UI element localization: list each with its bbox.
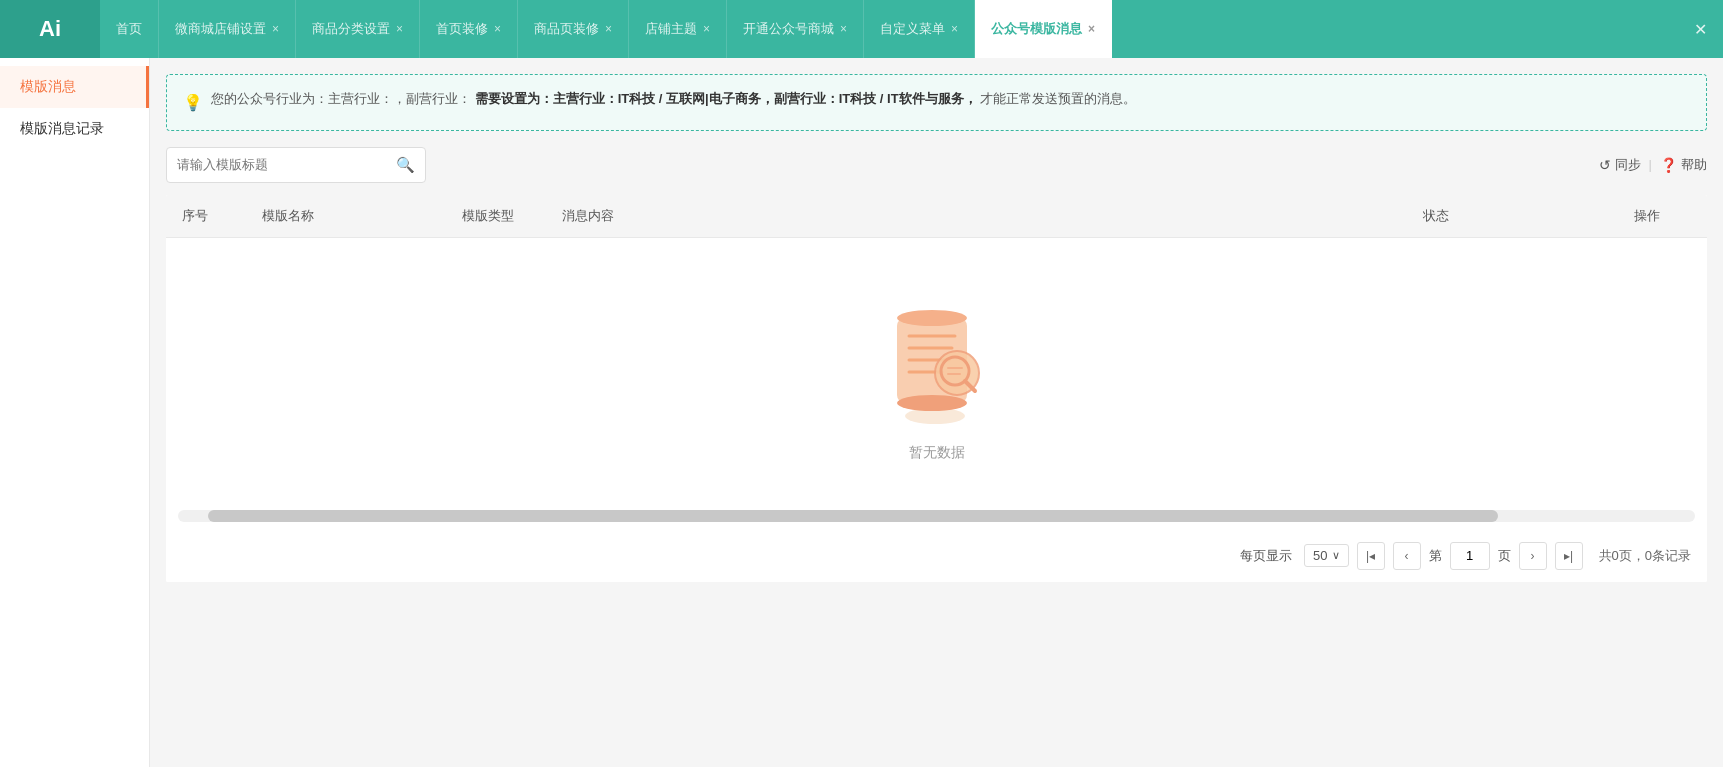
empty-text: 暂无数据 [909,444,965,462]
sync-icon: ↺ [1599,157,1611,173]
sidebar-item-template-message[interactable]: 模版消息 [0,66,149,108]
sync-button[interactable]: ↺ 同步 [1599,156,1641,174]
tab-custom-menu[interactable]: 自定义菜单 × [864,0,975,58]
th-content: 消息内容 [546,195,1407,237]
table-container: 序号 模版名称 模版类型 消息内容 状态 操作 [166,195,1707,582]
search-icon[interactable]: 🔍 [396,156,415,174]
main-content: 💡 您的公众号行业为：主营行业：，副营行业： 需要设置为：主营行业：IT科技 /… [150,58,1723,767]
close-all-tabs[interactable]: ✕ [1678,20,1723,39]
close-tab-category-settings[interactable]: × [396,22,403,36]
page-unit: 页 [1498,547,1511,565]
close-tab-home-decor[interactable]: × [494,22,501,36]
layout: 模版消息 模版消息记录 💡 您的公众号行业为：主营行业：，副营行业： 需要设置为… [0,58,1723,767]
tab-shop-settings[interactable]: 微商城店铺设置 × [159,0,296,58]
close-tab-open-mall[interactable]: × [840,22,847,36]
sidebar-item-template-record[interactable]: 模版消息记录 [0,108,149,150]
svg-point-3 [897,395,967,411]
scrollbar-thumb [208,510,1497,522]
page-number-input[interactable] [1450,542,1490,570]
pagination: 每页显示 50 ∨ |◂ ‹ 第 页 › ▸| 共0页，0条记录 [166,530,1707,582]
tab-bar: Ai 首页 微商城店铺设置 × 商品分类设置 × 首页装修 × 商品页装修 × … [0,0,1723,58]
tab-home-decor[interactable]: 首页装修 × [420,0,518,58]
close-tab-shop-settings[interactable]: × [272,22,279,36]
tab-template-msg[interactable]: 公众号模版消息 × [975,0,1112,58]
search-input[interactable] [177,157,396,172]
help-button[interactable]: ❓ 帮助 [1660,156,1707,174]
th-name: 模版名称 [246,195,446,237]
close-tab-product-decor[interactable]: × [605,22,612,36]
sync-help-area: ↺ 同步 | ❓ 帮助 [1599,156,1707,174]
total-info: 共0页，0条记录 [1599,547,1691,565]
empty-illustration [877,298,997,428]
th-type: 模版类型 [446,195,546,237]
close-tab-template-msg[interactable]: × [1088,22,1095,36]
tab-open-mall[interactable]: 开通公众号商城 × [727,0,864,58]
tab-home[interactable]: 首页 [100,0,159,58]
next-page-button[interactable]: › [1519,542,1547,570]
last-page-button[interactable]: ▸| [1555,542,1583,570]
empty-state: 暂无数据 [166,238,1707,502]
table-header: 序号 模版名称 模版类型 消息内容 状态 操作 [166,195,1707,238]
tab-category-settings[interactable]: 商品分类设置 × [296,0,420,58]
close-tab-shop-theme[interactable]: × [703,22,710,36]
search-bar: 🔍 ↺ 同步 | ❓ 帮助 [166,147,1707,183]
th-seq: 序号 [166,195,246,237]
chevron-down-icon: ∨ [1332,549,1340,562]
first-page-button[interactable]: |◂ [1357,542,1385,570]
actions-divider: | [1649,157,1652,172]
tab-shop-theme[interactable]: 店铺主题 × [629,0,727,58]
close-tab-custom-menu[interactable]: × [951,22,958,36]
page-size-label: 每页显示 [1240,547,1292,565]
page-label: 第 [1429,547,1442,565]
tab-product-decor[interactable]: 商品页装修 × [518,0,629,58]
notice-box: 💡 您的公众号行业为：主营行业：，副营行业： 需要设置为：主营行业：IT科技 /… [166,74,1707,131]
th-action: 操作 [1587,195,1707,237]
help-icon: ❓ [1660,157,1677,173]
sidebar: 模版消息 模版消息记录 [0,58,150,767]
page-size-select[interactable]: 50 ∨ [1304,544,1348,567]
notice-icon: 💡 [183,90,203,116]
logo: Ai [0,0,100,58]
svg-point-2 [897,310,967,326]
horizontal-scrollbar[interactable] [178,510,1695,522]
th-status: 状态 [1407,195,1587,237]
search-input-wrap[interactable]: 🔍 [166,147,426,183]
prev-page-button[interactable]: ‹ [1393,542,1421,570]
